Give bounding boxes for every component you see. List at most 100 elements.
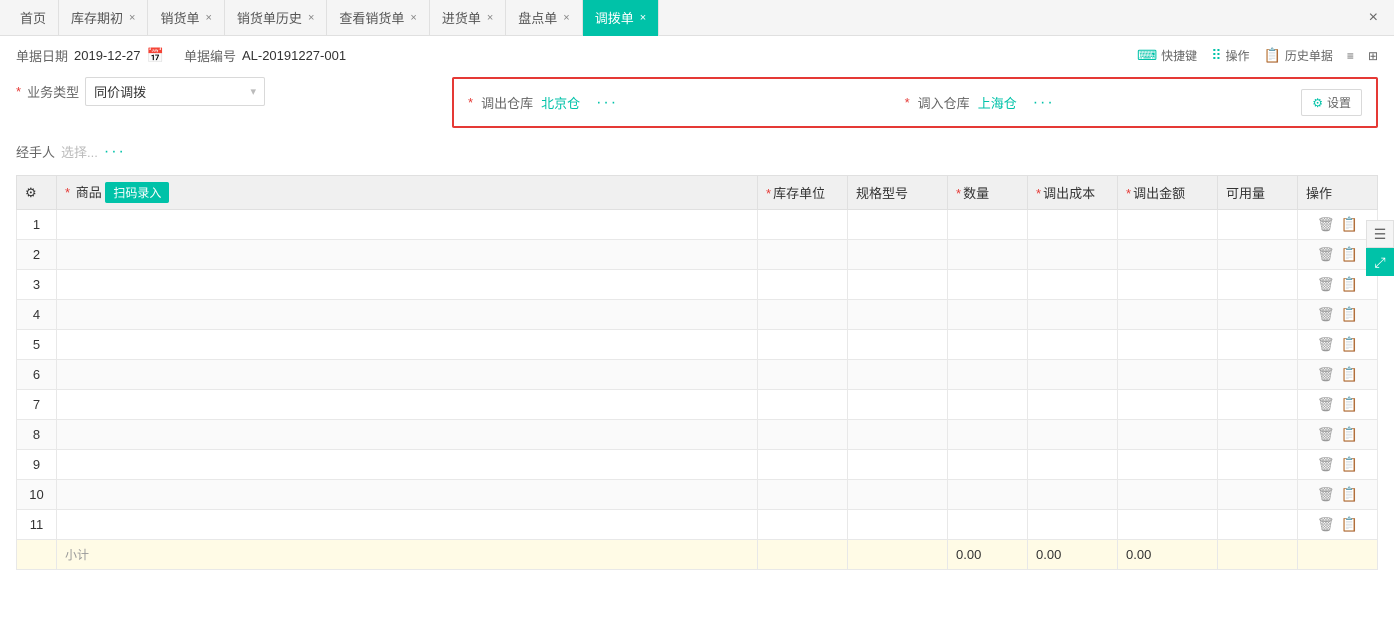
row-product-cell[interactable] <box>57 210 758 240</box>
close-inventory-init[interactable]: × <box>129 12 135 24</box>
delete-row-icon[interactable]: 🗑 <box>1317 276 1335 293</box>
delete-row-icon[interactable]: 🗑 <box>1317 336 1335 353</box>
row-cost-cell[interactable] <box>1028 510 1118 540</box>
row-spec-cell[interactable] <box>848 210 948 240</box>
row-cost-cell[interactable] <box>1028 330 1118 360</box>
row-avail-cell[interactable] <box>1218 480 1298 510</box>
row-qty-cell[interactable] <box>948 480 1028 510</box>
copy-row-icon[interactable]: 📋 <box>1341 276 1358 293</box>
row-product-cell[interactable] <box>57 300 758 330</box>
view-grid-toggle[interactable]: ⊞ <box>1368 49 1378 63</box>
row-qty-cell[interactable] <box>948 300 1028 330</box>
row-qty-cell[interactable] <box>948 360 1028 390</box>
row-avail-cell[interactable] <box>1218 330 1298 360</box>
out-warehouse-more[interactable]: ··· <box>596 94 618 112</box>
shortcut-action[interactable]: ⌨ 快捷键 <box>1137 47 1197 64</box>
row-unit-cell[interactable] <box>758 300 848 330</box>
row-qty-cell[interactable] <box>948 240 1028 270</box>
row-amount-cell[interactable] <box>1118 330 1218 360</box>
row-qty-cell[interactable] <box>948 210 1028 240</box>
copy-row-icon[interactable]: 📋 <box>1341 366 1358 383</box>
row-unit-cell[interactable] <box>758 360 848 390</box>
right-external-link-button[interactable]: ⤢ <box>1366 248 1394 276</box>
row-unit-cell[interactable] <box>758 240 848 270</box>
delete-row-icon[interactable]: 🗑 <box>1317 216 1335 233</box>
row-qty-cell[interactable] <box>948 270 1028 300</box>
history-action[interactable]: 📋 历史单据 <box>1263 47 1332 64</box>
row-qty-cell[interactable] <box>948 510 1028 540</box>
row-avail-cell[interactable] <box>1218 510 1298 540</box>
copy-row-icon[interactable]: 📋 <box>1341 336 1358 353</box>
settings-button[interactable]: ⚙ 设置 <box>1301 89 1362 116</box>
delete-row-icon[interactable]: 🗑 <box>1317 396 1335 413</box>
row-qty-cell[interactable] <box>948 330 1028 360</box>
row-amount-cell[interactable] <box>1118 510 1218 540</box>
tab-sales-history[interactable]: 销货单历史 × <box>225 0 327 36</box>
row-amount-cell[interactable] <box>1118 210 1218 240</box>
scan-button[interactable]: 扫码录入 <box>105 182 169 203</box>
close-sales-order[interactable]: × <box>205 12 211 24</box>
row-amount-cell[interactable] <box>1118 390 1218 420</box>
delete-row-icon[interactable]: 🗑 <box>1317 366 1335 383</box>
copy-row-icon[interactable]: 📋 <box>1341 216 1358 233</box>
delete-row-icon[interactable]: 🗑 <box>1317 456 1335 473</box>
handler-more-dots[interactable]: ··· <box>104 143 126 161</box>
window-close-button[interactable]: × <box>1361 9 1386 27</box>
row-qty-cell[interactable] <box>948 420 1028 450</box>
row-spec-cell[interactable] <box>848 240 948 270</box>
row-amount-cell[interactable] <box>1118 450 1218 480</box>
row-cost-cell[interactable] <box>1028 420 1118 450</box>
row-amount-cell[interactable] <box>1118 300 1218 330</box>
delete-row-icon[interactable]: 🗑 <box>1317 486 1335 503</box>
row-cost-cell[interactable] <box>1028 240 1118 270</box>
copy-row-icon[interactable]: 📋 <box>1341 246 1358 263</box>
row-cost-cell[interactable] <box>1028 270 1118 300</box>
in-warehouse-value[interactable]: 上海仓 <box>978 93 1017 112</box>
delete-row-icon[interactable]: 🗑 <box>1317 306 1335 323</box>
delete-row-icon[interactable]: 🗑 <box>1317 516 1335 533</box>
copy-row-icon[interactable]: 📋 <box>1341 426 1358 443</box>
delete-row-icon[interactable]: 🗑 <box>1317 246 1335 263</box>
row-unit-cell[interactable] <box>758 450 848 480</box>
row-product-cell[interactable] <box>57 330 758 360</box>
row-qty-cell[interactable] <box>948 390 1028 420</box>
row-cost-cell[interactable] <box>1028 480 1118 510</box>
operate-action[interactable]: ⠿ 操作 <box>1211 47 1249 64</box>
tab-purchase[interactable]: 进货单 × <box>430 0 506 36</box>
row-spec-cell[interactable] <box>848 360 948 390</box>
copy-row-icon[interactable]: 📋 <box>1341 306 1358 323</box>
row-product-cell[interactable] <box>57 510 758 540</box>
in-warehouse-more[interactable]: ··· <box>1033 94 1055 112</box>
row-avail-cell[interactable] <box>1218 360 1298 390</box>
row-spec-cell[interactable] <box>848 390 948 420</box>
row-avail-cell[interactable] <box>1218 450 1298 480</box>
copy-row-icon[interactable]: 📋 <box>1341 516 1358 533</box>
row-unit-cell[interactable] <box>758 510 848 540</box>
row-product-cell[interactable] <box>57 450 758 480</box>
row-spec-cell[interactable] <box>848 330 948 360</box>
row-product-cell[interactable] <box>57 420 758 450</box>
handler-select[interactable]: 选择... <box>61 142 98 161</box>
row-unit-cell[interactable] <box>758 210 848 240</box>
row-unit-cell[interactable] <box>758 270 848 300</box>
biz-type-select[interactable]: 同价调拨 ▾ <box>85 77 265 106</box>
row-cost-cell[interactable] <box>1028 300 1118 330</box>
row-spec-cell[interactable] <box>848 450 948 480</box>
row-product-cell[interactable] <box>57 390 758 420</box>
out-warehouse-value[interactable]: 北京仓 <box>541 93 580 112</box>
delete-row-icon[interactable]: 🗑 <box>1317 426 1335 443</box>
row-spec-cell[interactable] <box>848 480 948 510</box>
row-amount-cell[interactable] <box>1118 480 1218 510</box>
row-avail-cell[interactable] <box>1218 300 1298 330</box>
row-avail-cell[interactable] <box>1218 210 1298 240</box>
row-product-cell[interactable] <box>57 270 758 300</box>
right-list-button[interactable]: ☰ <box>1366 220 1394 248</box>
row-product-cell[interactable] <box>57 480 758 510</box>
row-cost-cell[interactable] <box>1028 390 1118 420</box>
row-cost-cell[interactable] <box>1028 450 1118 480</box>
row-spec-cell[interactable] <box>848 420 948 450</box>
row-amount-cell[interactable] <box>1118 240 1218 270</box>
close-transfer[interactable]: × <box>640 12 646 24</box>
row-avail-cell[interactable] <box>1218 390 1298 420</box>
tab-home[interactable]: 首页 <box>8 0 59 36</box>
